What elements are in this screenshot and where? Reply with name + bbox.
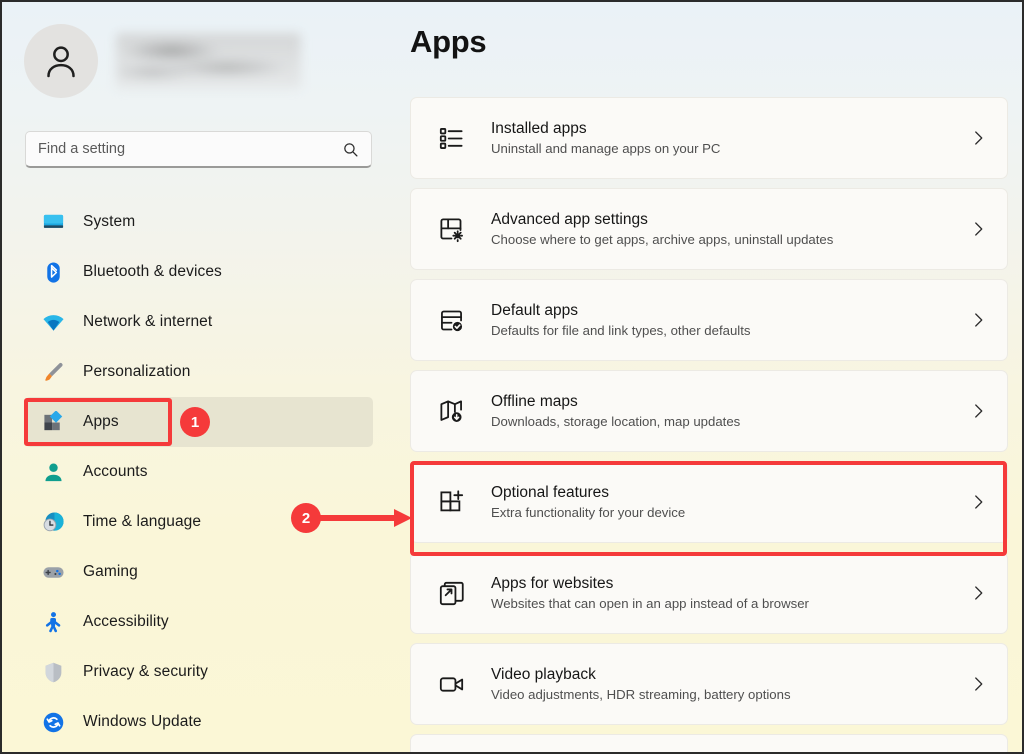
- page-title: Apps: [410, 24, 486, 60]
- chevron-right-icon: [969, 675, 987, 693]
- grid-plus-icon: [435, 486, 467, 518]
- sidebar-item-personalization[interactable]: Personalization: [25, 347, 373, 397]
- sidebar-item-label: System: [83, 213, 135, 231]
- sidebar-item-accessibility[interactable]: Accessibility: [25, 597, 373, 647]
- card-title: Offline maps: [491, 393, 969, 411]
- person-icon: [41, 460, 66, 485]
- wifi-icon: [41, 310, 66, 335]
- search-icon: [342, 141, 359, 158]
- arrow-head: [394, 509, 412, 527]
- account-name-blurred: [116, 33, 301, 89]
- settings-window: System Bluetooth & devices: [0, 0, 1024, 754]
- account-profile[interactable]: [24, 24, 301, 98]
- external-link-icon: [435, 577, 467, 609]
- search-box[interactable]: [25, 131, 372, 168]
- card-subtitle: Defaults for file and link types, other …: [491, 323, 969, 338]
- card-subtitle: Extra functionality for your device: [491, 505, 969, 520]
- paintbrush-icon: [41, 360, 66, 385]
- monitor-icon: [41, 210, 66, 235]
- card-video-playback[interactable]: Video playback Video adjustments, HDR st…: [410, 643, 1008, 725]
- sidebar-item-label: Apps: [83, 413, 119, 431]
- sidebar-item-label: Privacy & security: [83, 663, 208, 681]
- arrow-shaft: [320, 515, 394, 521]
- sidebar-item-label: Accounts: [83, 463, 148, 481]
- card-subtitle: Uninstall and manage apps on your PC: [491, 141, 969, 156]
- card-title: Video playback: [491, 666, 969, 684]
- card-apps-for-websites[interactable]: Apps for websites Websites that can open…: [410, 552, 1008, 634]
- card-subtitle: Video adjustments, HDR streaming, batter…: [491, 687, 969, 702]
- card-title: Apps for websites: [491, 575, 969, 593]
- apps-icon: [41, 410, 66, 435]
- sidebar-item-windows-update[interactable]: Windows Update: [25, 697, 373, 747]
- card-title: Default apps: [491, 302, 969, 320]
- card-advanced-app-settings[interactable]: Advanced app settings Choose where to ge…: [410, 188, 1008, 270]
- card-title: Installed apps: [491, 120, 969, 138]
- sidebar-item-gaming[interactable]: Gaming: [25, 547, 373, 597]
- sidebar-item-bluetooth-devices[interactable]: Bluetooth & devices: [25, 247, 373, 297]
- chevron-right-icon: [969, 129, 987, 147]
- card-optional-features[interactable]: Optional features Extra functionality fo…: [410, 461, 1008, 543]
- clock-globe-icon: [41, 510, 66, 535]
- sidebar-item-accounts[interactable]: Accounts: [25, 447, 373, 497]
- bluetooth-icon: [41, 260, 66, 285]
- card-subtitle: Websites that can open in an app instead…: [491, 596, 969, 611]
- avatar: [24, 24, 98, 98]
- sidebar-item-label: Time & language: [83, 513, 201, 531]
- card-title: Optional features: [491, 484, 969, 502]
- sidebar-item-label: Bluetooth & devices: [83, 263, 222, 281]
- card-partial-bottom[interactable]: [410, 734, 1008, 754]
- default-app-icon: [435, 304, 467, 336]
- card-offline-maps[interactable]: Offline maps Downloads, storage location…: [410, 370, 1008, 452]
- sidebar-nav: System Bluetooth & devices: [25, 197, 373, 747]
- sidebar-item-privacy-security[interactable]: Privacy & security: [25, 647, 373, 697]
- chevron-right-icon: [969, 220, 987, 238]
- card-subtitle: Downloads, storage location, map updates: [491, 414, 969, 429]
- refresh-icon: [41, 710, 66, 735]
- chevron-right-icon: [969, 311, 987, 329]
- card-subtitle: Choose where to get apps, archive apps, …: [491, 232, 969, 247]
- settings-card-list: Installed apps Uninstall and manage apps…: [410, 97, 1008, 754]
- shield-icon: [41, 660, 66, 685]
- annotation-arrow: [320, 513, 412, 523]
- map-download-icon: [435, 395, 467, 427]
- gamepad-icon: [41, 560, 66, 585]
- video-camera-icon: [435, 668, 467, 700]
- sidebar-item-network-internet[interactable]: Network & internet: [25, 297, 373, 347]
- person-icon: [41, 41, 81, 81]
- sidebar-item-label: Gaming: [83, 563, 138, 581]
- card-default-apps[interactable]: Default apps Defaults for file and link …: [410, 279, 1008, 361]
- sidebar-item-label: Personalization: [83, 363, 190, 381]
- annotation-badge-1: 1: [180, 407, 210, 437]
- main-content: Apps Installed apps Uninstall and manag: [398, 2, 1024, 752]
- sidebar-item-label: Accessibility: [83, 613, 169, 631]
- sidebar-item-label: Network & internet: [83, 313, 212, 331]
- accessibility-icon: [41, 610, 66, 635]
- sidebar: System Bluetooth & devices: [2, 2, 398, 752]
- list-icon: [435, 122, 467, 154]
- app-gear-icon: [435, 213, 467, 245]
- card-title: Advanced app settings: [491, 211, 969, 229]
- sidebar-item-system[interactable]: System: [25, 197, 373, 247]
- sidebar-item-label: Windows Update: [83, 713, 202, 731]
- search-input[interactable]: [38, 141, 342, 157]
- annotation-badge-2: 2: [291, 503, 321, 533]
- chevron-right-icon: [969, 402, 987, 420]
- chevron-right-icon: [969, 584, 987, 602]
- card-installed-apps[interactable]: Installed apps Uninstall and manage apps…: [410, 97, 1008, 179]
- chevron-right-icon: [969, 493, 987, 511]
